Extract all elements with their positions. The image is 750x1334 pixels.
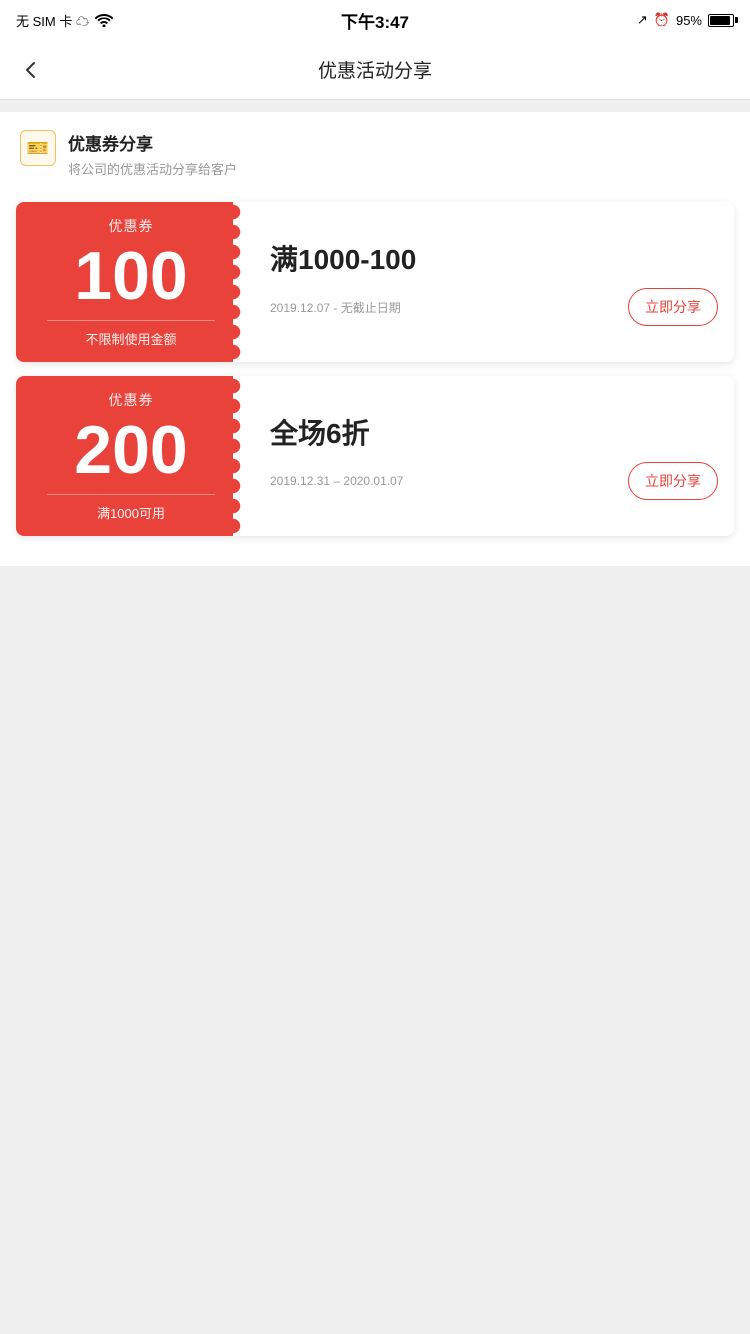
battery-percent: 95% xyxy=(676,13,702,28)
coupon-condition-2: 满1000可用 xyxy=(97,503,165,522)
coupon-icon: 🎫 xyxy=(27,138,49,159)
coupon-right-1: 满1000-100 2019.12.07 - 无截止日期 立即分享 xyxy=(246,202,734,362)
alarm-icon: ⏰ xyxy=(654,12,670,28)
coupon-amount-2: 200 xyxy=(74,416,187,484)
coupon-left-1: 优惠券 100 不限制使用金额 xyxy=(16,202,246,362)
section-subtitle: 将公司的优惠活动分享给客户 xyxy=(68,159,237,178)
battery-icon xyxy=(708,14,734,27)
section-icon: 🎫 xyxy=(20,130,56,166)
back-arrow-icon xyxy=(20,59,42,81)
coupon-meta-1: 2019.12.07 - 无截止日期 立即分享 xyxy=(270,288,718,326)
status-time: 下午3:47 xyxy=(341,8,409,33)
status-bar: 无 SIM 卡 ☁ 下午3:47 ↗ ⏰ 95% xyxy=(0,0,750,40)
coupon-divider-2 xyxy=(47,494,215,495)
coupon-right-2: 全场6折 2019.12.31 – 2020.01.07 立即分享 xyxy=(246,376,734,536)
coupon-card-1: 优惠券 100 不限制使用金额 满1000-100 2019.12.07 - 无… xyxy=(16,202,734,362)
location-icon: ↗ xyxy=(637,12,648,28)
coupon-condition-1: 不限制使用金额 xyxy=(85,329,176,348)
coupon-card-2: 优惠券 200 满1000可用 全场6折 2019.12.31 – 2020.0… xyxy=(16,376,734,536)
coupon-list: 优惠券 100 不限制使用金额 满1000-100 2019.12.07 - 无… xyxy=(0,192,750,566)
share-button-2[interactable]: 立即分享 xyxy=(628,462,718,500)
section-title: 优惠券分享 xyxy=(68,130,237,155)
status-right: ↗ ⏰ 95% xyxy=(637,12,734,28)
coupon-title-2: 全场6折 xyxy=(270,412,718,452)
coupon-label-2: 优惠券 xyxy=(109,390,154,410)
coupon-title-1: 满1000-100 xyxy=(270,238,718,278)
coupon-label-1: 优惠券 xyxy=(109,216,154,236)
battery-fill xyxy=(710,16,730,25)
section-text: 优惠券分享 将公司的优惠活动分享给客户 xyxy=(68,130,237,178)
coupon-date-1: 2019.12.07 - 无截止日期 xyxy=(270,299,401,316)
coupon-date-2: 2019.12.31 – 2020.01.07 xyxy=(270,474,403,488)
page-title: 优惠活动分享 xyxy=(318,56,432,83)
nav-bar: 优惠活动分享 xyxy=(0,40,750,100)
coupon-meta-2: 2019.12.31 – 2020.01.07 立即分享 xyxy=(270,462,718,500)
back-button[interactable] xyxy=(20,59,42,81)
wifi-icon xyxy=(95,13,113,27)
coupon-amount-1: 100 xyxy=(74,242,187,310)
status-left: 无 SIM 卡 ☁ xyxy=(16,11,113,30)
empty-area xyxy=(0,566,750,1066)
share-button-1[interactable]: 立即分享 xyxy=(628,288,718,326)
coupon-divider-1 xyxy=(47,320,215,321)
top-divider xyxy=(0,100,750,112)
coupon-left-2: 优惠券 200 满1000可用 xyxy=(16,376,246,536)
section-header: 🎫 优惠券分享 将公司的优惠活动分享给客户 xyxy=(0,112,750,192)
no-sim-label: 无 SIM 卡 ☁ xyxy=(16,11,89,30)
